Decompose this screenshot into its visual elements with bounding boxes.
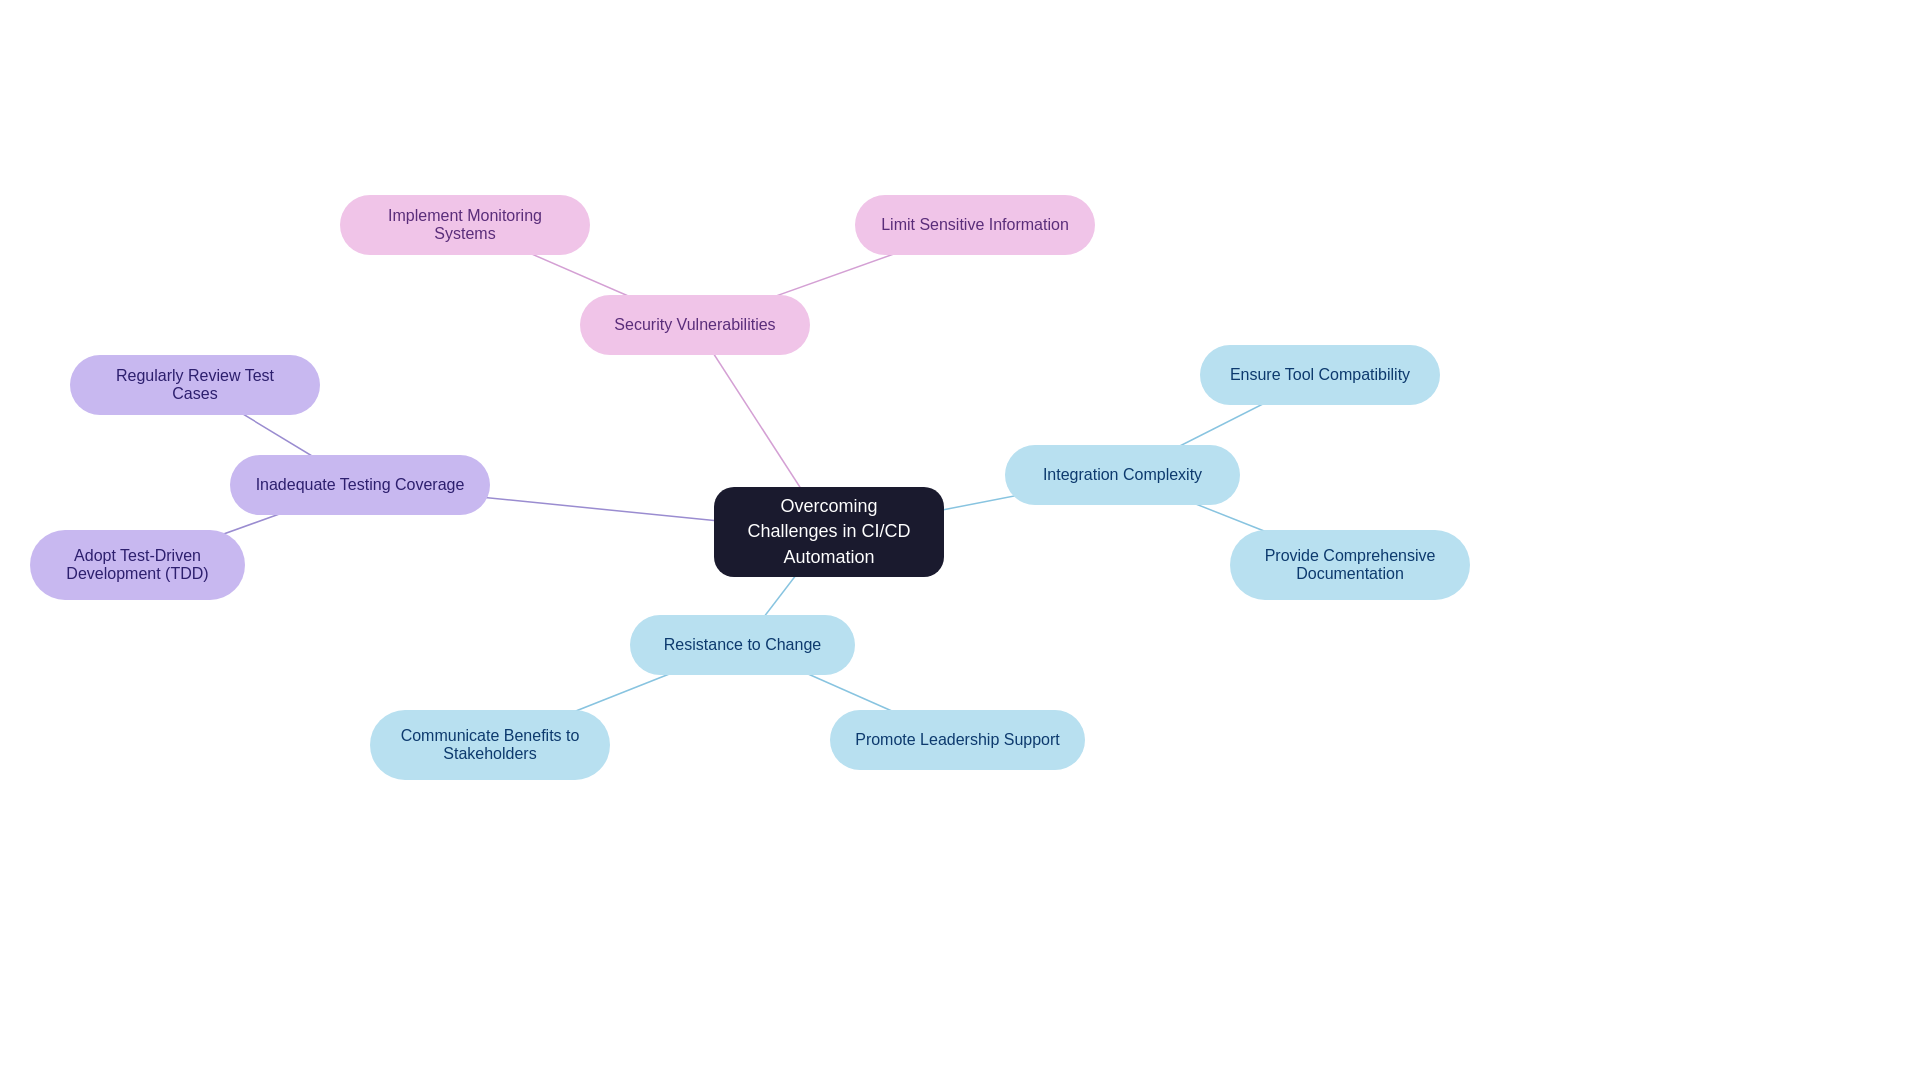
provide-docs-node[interactable]: Provide Comprehensive Documentation: [1230, 530, 1470, 600]
limit-sensitive-node[interactable]: Limit Sensitive Information: [855, 195, 1095, 255]
center-node[interactable]: Overcoming Challenges in CI/CD Automatio…: [714, 487, 944, 577]
resistance-to-change-node[interactable]: Resistance to Change: [630, 615, 855, 675]
inadequate-testing-node[interactable]: Inadequate Testing Coverage: [230, 455, 490, 515]
mind-map-canvas: Overcoming Challenges in CI/CD Automatio…: [0, 0, 1920, 1083]
regularly-review-node[interactable]: Regularly Review Test Cases: [70, 355, 320, 415]
adopt-tdd-node[interactable]: Adopt Test-Driven Development (TDD): [30, 530, 245, 600]
communicate-benefits-node[interactable]: Communicate Benefits to Stakeholders: [370, 710, 610, 780]
implement-monitoring-node[interactable]: Implement Monitoring Systems: [340, 195, 590, 255]
ensure-tool-node[interactable]: Ensure Tool Compatibility: [1200, 345, 1440, 405]
promote-leadership-node[interactable]: Promote Leadership Support: [830, 710, 1085, 770]
security-vulnerabilities-node[interactable]: Security Vulnerabilities: [580, 295, 810, 355]
connection-lines: [0, 0, 1920, 1083]
integration-complexity-node[interactable]: Integration Complexity: [1005, 445, 1240, 505]
